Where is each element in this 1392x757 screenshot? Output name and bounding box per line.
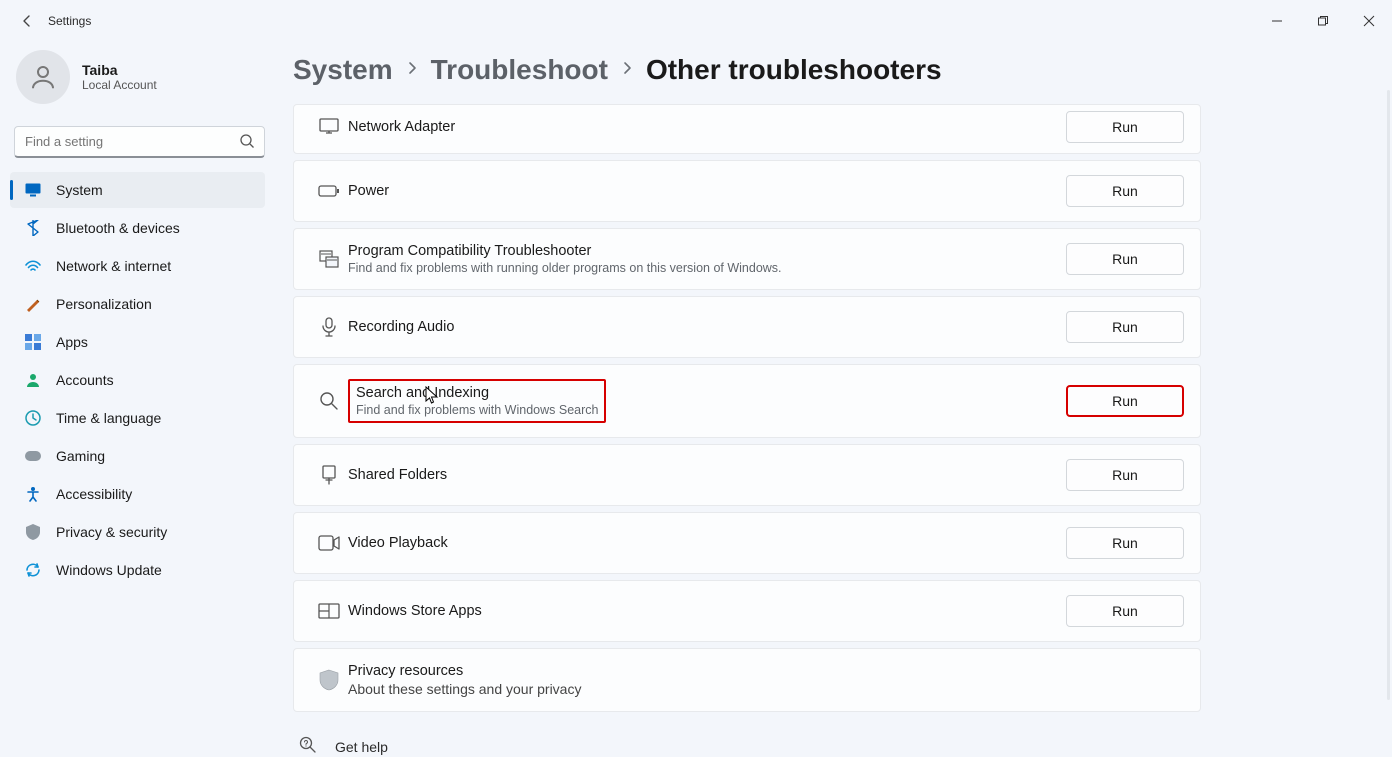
sidebar-item-apps[interactable]: Apps — [10, 324, 265, 360]
troubleshooter-list: Network Adapter Run Power Run Program — [293, 104, 1201, 712]
run-button[interactable]: Run — [1066, 527, 1184, 559]
sidebar-item-label: Personalization — [56, 296, 152, 312]
troubleshooter-desc: Find and fix problems with Windows Searc… — [356, 403, 598, 417]
mic-icon — [314, 317, 344, 337]
sidebar-item-bluetooth[interactable]: Bluetooth & devices — [10, 210, 265, 246]
troubleshooter-title: Program Compatibility Troubleshooter — [348, 243, 782, 259]
privacy-desc: About these settings and your privacy — [348, 681, 581, 697]
avatar — [16, 50, 70, 104]
search-input[interactable] — [14, 126, 265, 158]
minimize-button[interactable] — [1254, 6, 1300, 36]
accessibility-icon — [24, 486, 42, 502]
back-button[interactable] — [12, 13, 42, 29]
troubleshooter-recording-audio[interactable]: Recording Audio Run — [293, 296, 1201, 358]
run-button[interactable]: Run — [1066, 385, 1184, 417]
run-button[interactable]: Run — [1066, 311, 1184, 343]
accounts-icon — [24, 372, 42, 388]
troubleshooter-title: Network Adapter — [348, 119, 455, 135]
get-help-label: Get help — [335, 739, 388, 755]
sidebar-item-update[interactable]: Windows Update — [10, 552, 265, 588]
sidebar-item-label: Privacy & security — [56, 524, 167, 540]
sidebar-item-personalization[interactable]: Personalization — [10, 286, 265, 322]
sidebar-item-gaming[interactable]: Gaming — [10, 438, 265, 474]
sidebar-item-label: Windows Update — [56, 562, 162, 578]
privacy-title: Privacy resources — [348, 663, 581, 679]
run-button[interactable]: Run — [1066, 243, 1184, 275]
sidebar-item-label: Time & language — [56, 410, 161, 426]
troubleshooter-title: Windows Store Apps — [348, 603, 482, 619]
help-icon — [299, 736, 317, 757]
network-adapter-icon — [314, 118, 344, 136]
battery-icon — [314, 184, 344, 198]
get-help-link[interactable]: Get help — [293, 712, 1370, 757]
sidebar-item-label: Network & internet — [56, 258, 171, 274]
troubleshooter-store-apps[interactable]: Windows Store Apps Run — [293, 580, 1201, 642]
troubleshooter-network-adapter[interactable]: Network Adapter Run — [293, 104, 1201, 154]
search-icon — [314, 391, 344, 411]
troubleshooter-title: Search and Indexing — [356, 385, 598, 401]
personalization-icon — [24, 296, 42, 312]
bluetooth-icon — [24, 220, 42, 236]
sidebar-item-accounts[interactable]: Accounts — [10, 362, 265, 398]
highlight-text-box: Search and Indexing Find and fix problem… — [348, 379, 606, 423]
breadcrumb: System Troubleshoot Other troubleshooter… — [293, 42, 1370, 104]
compat-icon — [314, 250, 344, 268]
breadcrumb-troubleshoot[interactable]: Troubleshoot — [431, 54, 608, 86]
troubleshooter-title: Recording Audio — [348, 319, 454, 335]
sidebar-item-privacy[interactable]: Privacy & security — [10, 514, 265, 550]
sidebar: Taiba Local Account System Bluetooth & d… — [0, 42, 275, 740]
troubleshooter-title: Shared Folders — [348, 467, 447, 483]
close-button[interactable] — [1346, 6, 1392, 36]
apps-icon — [24, 334, 42, 350]
troubleshooter-shared-folders[interactable]: Shared Folders Run — [293, 444, 1201, 506]
privacy-icon — [24, 524, 42, 540]
troubleshooter-compat[interactable]: Program Compatibility Troubleshooter Fin… — [293, 228, 1201, 290]
run-button[interactable]: Run — [1066, 459, 1184, 491]
shared-folders-icon — [314, 465, 344, 485]
sidebar-item-label: Apps — [56, 334, 88, 350]
search-icon — [239, 133, 255, 154]
app-title: Settings — [48, 14, 91, 28]
run-button[interactable]: Run — [1066, 111, 1184, 143]
run-button[interactable]: Run — [1066, 595, 1184, 627]
troubleshooter-title: Power — [348, 183, 389, 199]
store-apps-icon — [314, 603, 344, 619]
breadcrumb-system[interactable]: System — [293, 54, 393, 86]
troubleshooter-title: Video Playback — [348, 535, 448, 551]
search-wrap — [14, 126, 265, 158]
sidebar-item-label: Gaming — [56, 448, 105, 464]
content-area: System Troubleshoot Other troubleshooter… — [275, 42, 1392, 740]
troubleshooter-video-playback[interactable]: Video Playback Run — [293, 512, 1201, 574]
scrollbar[interactable] — [1387, 90, 1390, 700]
video-icon — [314, 535, 344, 551]
shield-icon — [314, 669, 344, 691]
troubleshooter-search-indexing[interactable]: Search and Indexing Find and fix problem… — [293, 364, 1201, 438]
chevron-right-icon — [405, 61, 419, 80]
sidebar-item-label: Accounts — [56, 372, 114, 388]
chevron-right-icon — [620, 61, 634, 80]
profile-sub: Local Account — [82, 78, 157, 92]
sidebar-item-label: System — [56, 182, 103, 198]
run-button[interactable]: Run — [1066, 175, 1184, 207]
breadcrumb-current: Other troubleshooters — [646, 54, 942, 86]
profile-name: Taiba — [82, 62, 157, 78]
sidebar-item-label: Bluetooth & devices — [56, 220, 180, 236]
sidebar-item-label: Accessibility — [56, 486, 132, 502]
troubleshooter-power[interactable]: Power Run — [293, 160, 1201, 222]
sidebar-item-network[interactable]: Network & internet — [10, 248, 265, 284]
network-icon — [24, 260, 42, 272]
update-icon — [24, 562, 42, 578]
sidebar-item-system[interactable]: System — [10, 172, 265, 208]
time-icon — [24, 410, 42, 426]
gaming-icon — [24, 450, 42, 462]
titlebar: Settings — [0, 0, 1392, 42]
system-icon — [24, 183, 42, 197]
profile-block[interactable]: Taiba Local Account — [8, 42, 275, 122]
troubleshooter-desc: Find and fix problems with running older… — [348, 261, 782, 275]
maximize-button[interactable] — [1300, 6, 1346, 36]
sidebar-item-time[interactable]: Time & language — [10, 400, 265, 436]
sidebar-item-accessibility[interactable]: Accessibility — [10, 476, 265, 512]
privacy-resources-panel[interactable]: Privacy resources About these settings a… — [293, 648, 1201, 712]
